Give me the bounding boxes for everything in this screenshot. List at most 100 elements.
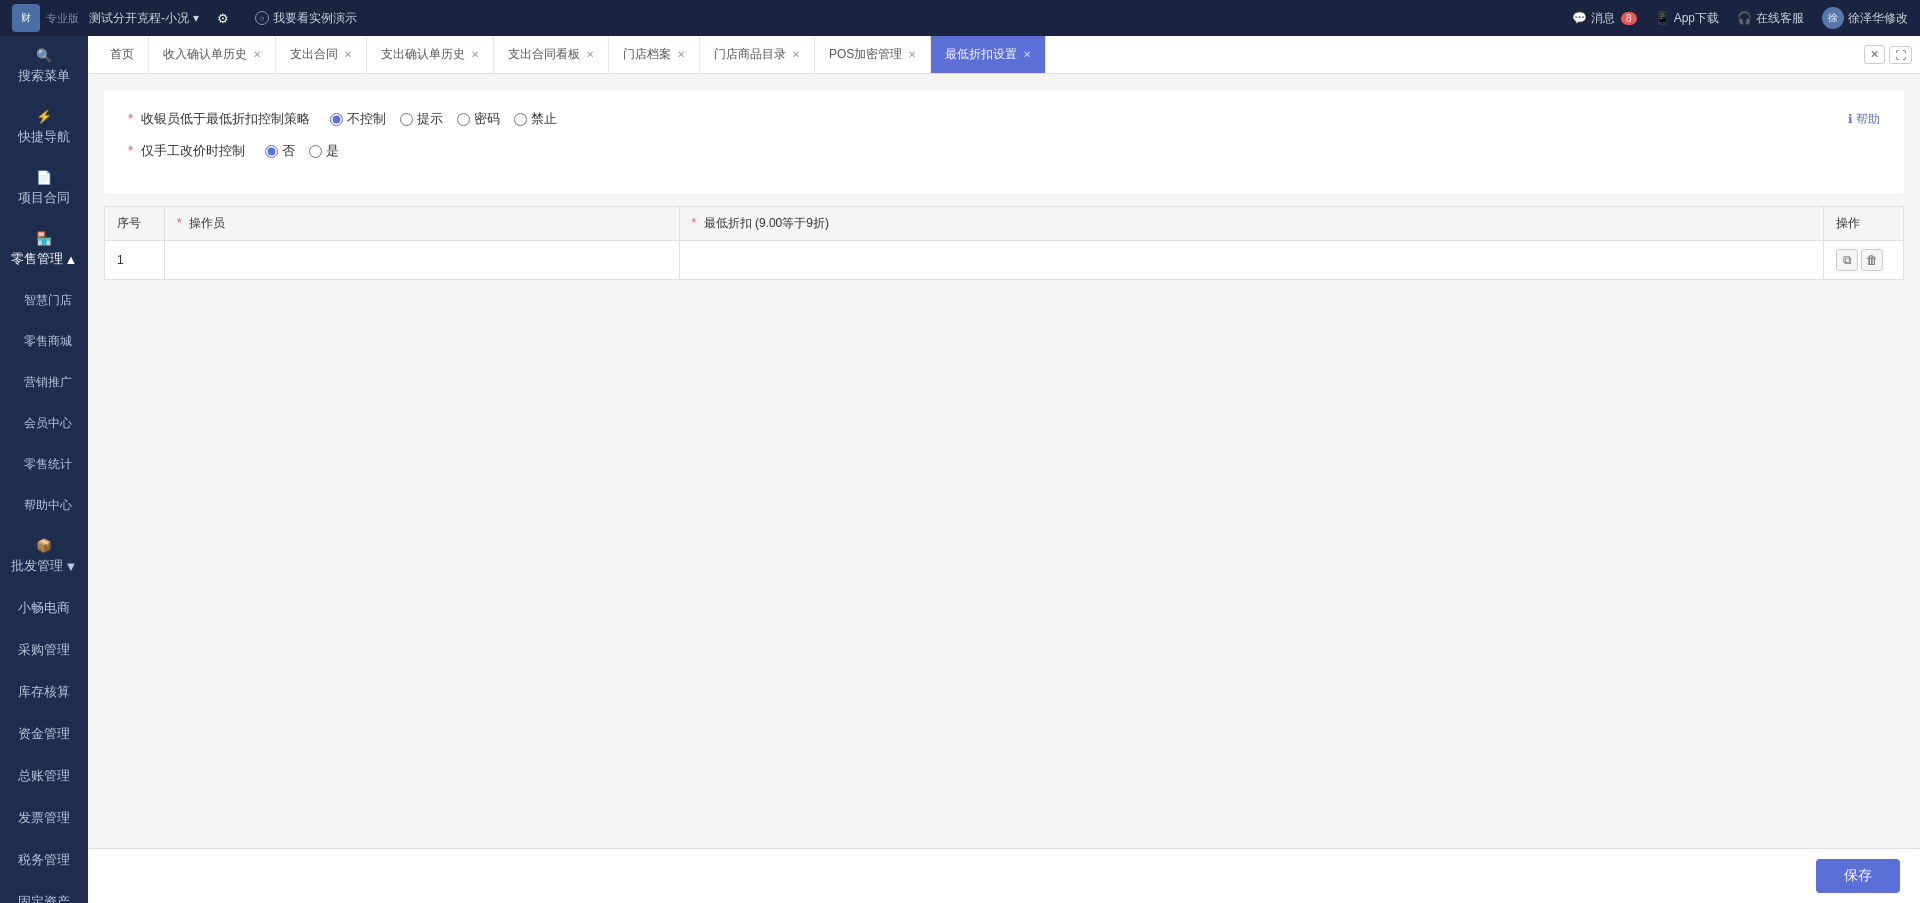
col-operator: * 操作员 [165, 207, 680, 241]
sidebar-item-retail[interactable]: 🏪 零售管理 ▲ [0, 219, 88, 280]
tab-home[interactable]: 首页 [96, 36, 149, 74]
sidebar-item-inventory[interactable]: 库存核算 [0, 671, 88, 713]
form-section: * 收银员低于最低折扣控制策略 不控制 提示 [104, 90, 1904, 194]
data-table-wrap: 序号 * 操作员 * 最低折扣 (9.00等于9折) 操作 [104, 206, 1904, 280]
manual-row: * 仅手工改价时控制 否 是 [128, 142, 1880, 160]
policy-radio-password[interactable] [457, 113, 470, 126]
sidebar-item-retail-stat[interactable]: 零售统计 [0, 444, 88, 485]
sidebar-item-marketing[interactable]: 营销推广 [0, 362, 88, 403]
sidebar-item-finance[interactable]: 资金管理 [0, 713, 88, 755]
policy-option-none[interactable]: 不控制 [330, 110, 386, 128]
tab-close-payment-confirm[interactable]: ✕ [471, 49, 479, 60]
help-link[interactable]: ℹ 帮助 [1848, 111, 1880, 128]
message-icon: 💬 [1572, 11, 1587, 25]
tab-store-goods[interactable]: 门店商品目录 ✕ [700, 36, 815, 74]
manual-radio-no[interactable] [265, 145, 278, 158]
policy-row: * 收银员低于最低折扣控制策略 不控制 提示 [128, 110, 1880, 128]
logo-icon: 财 [12, 4, 40, 32]
tab-payment-contract[interactable]: 支出合同 ✕ [276, 36, 367, 74]
topbar: 财 专业版 测试分开克程-小况 ▾ ⚙ ○ 我要看实例演示 💬 消息 8 📱 A… [0, 0, 1920, 36]
table-body: 1 ⧉ 🗑 [105, 241, 1904, 280]
policy-radio-hint[interactable] [400, 113, 413, 126]
tab-actions: ✕ ⛶ [1864, 45, 1912, 64]
search-icon: 🔍 [36, 48, 52, 63]
tab-close-pos-manage[interactable]: ✕ [908, 49, 916, 60]
user-menu[interactable]: 徐 徐泽华修改 [1822, 7, 1908, 29]
sidebar-item-help-center[interactable]: 帮助中心 [0, 485, 88, 526]
demo-link[interactable]: ○ 我要看实例演示 [255, 10, 357, 27]
tabbar: 首页 收入确认单历史 ✕ 支出合同 ✕ 支出确认单历史 ✕ 支出合同看板 ✕ 门… [88, 36, 1920, 74]
manual-option-no[interactable]: 否 [265, 142, 295, 160]
avatar: 徐 [1822, 7, 1844, 29]
policy-option-hint[interactable]: 提示 [400, 110, 443, 128]
sidebar-item-assets[interactable]: 固定资产 [0, 881, 88, 903]
tab-close-payment-board[interactable]: ✕ [586, 49, 594, 60]
chevron-down-icon: ▾ [193, 11, 199, 25]
cell-operator[interactable] [165, 241, 680, 280]
tab-min-discount[interactable]: 最低折扣设置 ✕ [931, 36, 1046, 74]
tab-close-store-goods[interactable]: ✕ [792, 49, 800, 60]
expand-icon: ▲ [65, 252, 78, 267]
table-header: 序号 * 操作员 * 最低折扣 (9.00等于9折) 操作 [105, 207, 1904, 241]
policy-option-password[interactable]: 密码 [457, 110, 500, 128]
manual-option-yes[interactable]: 是 [309, 142, 339, 160]
col-seq: 序号 [105, 207, 165, 241]
tab-payment-board[interactable]: 支出合同看板 ✕ [494, 36, 609, 74]
cell-min-discount[interactable] [679, 241, 1823, 280]
tab-close-all-button[interactable]: ✕ [1864, 45, 1885, 64]
sidebar-item-member[interactable]: 会员中心 [0, 403, 88, 444]
tab-close-income-confirm[interactable]: ✕ [253, 49, 261, 60]
wholesale-expand-icon: ▼ [65, 559, 78, 574]
col-min-discount: * 最低折扣 (9.00等于9折) [679, 207, 1823, 241]
tab-store-archive[interactable]: 门店档案 ✕ [609, 36, 700, 74]
download-icon: 📱 [1655, 11, 1670, 25]
message-button[interactable]: 💬 消息 8 [1572, 10, 1637, 27]
tab-expand-button[interactable]: ⛶ [1889, 46, 1912, 64]
tab-pos-manage[interactable]: POS加密管理 ✕ [815, 36, 931, 74]
table-header-row: 序号 * 操作员 * 最低折扣 (9.00等于9折) 操作 [105, 207, 1904, 241]
policy-radio-forbid[interactable] [514, 113, 527, 126]
policy-option-forbid[interactable]: 禁止 [514, 110, 557, 128]
sidebar-item-smart-store[interactable]: 智慧门店 [0, 280, 88, 321]
row-copy-icon[interactable]: ⧉ [1836, 249, 1858, 271]
help-icon: ℹ [1848, 112, 1853, 126]
sidebar: 🔍 搜索菜单 ⚡ 快捷导航 📄 项目合同 🏪 零售管理 ▲ 智慧门店 零售商城 … [0, 36, 88, 903]
sidebar-item-search[interactable]: 🔍 搜索菜单 [0, 36, 88, 97]
cell-seq: 1 [105, 241, 165, 280]
quicknav-icon: ⚡ [36, 109, 52, 124]
sidebar-item-tax[interactable]: 税务管理 [0, 839, 88, 881]
col-actions: 操作 [1824, 207, 1904, 241]
app-name: 专业版 [46, 11, 79, 26]
bottom-bar: 保存 [88, 848, 1920, 903]
tab-income-confirm[interactable]: 收入确认单历史 ✕ [149, 36, 276, 74]
page-content: * 收银员低于最低折扣控制策略 不控制 提示 [88, 74, 1920, 848]
sidebar-item-ledger[interactable]: 总账管理 [0, 755, 88, 797]
tab-close-min-discount[interactable]: ✕ [1023, 49, 1031, 60]
sidebar-item-small-ecom[interactable]: 小畅电商 [0, 587, 88, 629]
sidebar-item-purchase[interactable]: 采购管理 [0, 629, 88, 671]
sidebar-item-quicknav[interactable]: ⚡ 快捷导航 [0, 97, 88, 158]
content-area: 首页 收入确认单历史 ✕ 支出合同 ✕ 支出确认单历史 ✕ 支出合同看板 ✕ 门… [88, 36, 1920, 903]
policy-radio-none[interactable] [330, 113, 343, 126]
policy-radio-group: 不控制 提示 密码 禁止 [330, 110, 557, 128]
sidebar-item-invoice[interactable]: 发票管理 [0, 797, 88, 839]
manual-radio-yes[interactable] [309, 145, 322, 158]
save-button[interactable]: 保存 [1816, 859, 1900, 893]
contract-icon: 📄 [36, 170, 52, 185]
sidebar-item-wholesale[interactable]: 📦 批发管理 ▼ [0, 526, 88, 587]
row-delete-icon[interactable]: 🗑 [1861, 249, 1883, 271]
tab-close-store-archive[interactable]: ✕ [677, 49, 685, 60]
sidebar-item-ecommerce[interactable]: 零售商城 [0, 321, 88, 362]
sidebar-item-contract[interactable]: 📄 项目合同 [0, 158, 88, 219]
project-selector[interactable]: 测试分开克程-小况 ▾ [89, 10, 199, 27]
main-layout: 🔍 搜索菜单 ⚡ 快捷导航 📄 项目合同 🏪 零售管理 ▲ 智慧门店 零售商城 … [0, 36, 1920, 903]
tab-close-payment-contract[interactable]: ✕ [344, 49, 352, 60]
app-download-button[interactable]: 📱 App下载 [1655, 10, 1719, 27]
online-support-button[interactable]: 🎧 在线客服 [1737, 10, 1804, 27]
topbar-right: 💬 消息 8 📱 App下载 🎧 在线客服 徐 徐泽华修改 [1572, 7, 1908, 29]
policy-label: * 收银员低于最低折扣控制策略 [128, 110, 310, 128]
demo-icon: ○ [255, 11, 269, 25]
tab-payment-confirm[interactable]: 支出确认单历史 ✕ [367, 36, 494, 74]
retail-icon: 🏪 [36, 231, 52, 246]
settings-icon[interactable]: ⚙ [217, 11, 229, 26]
